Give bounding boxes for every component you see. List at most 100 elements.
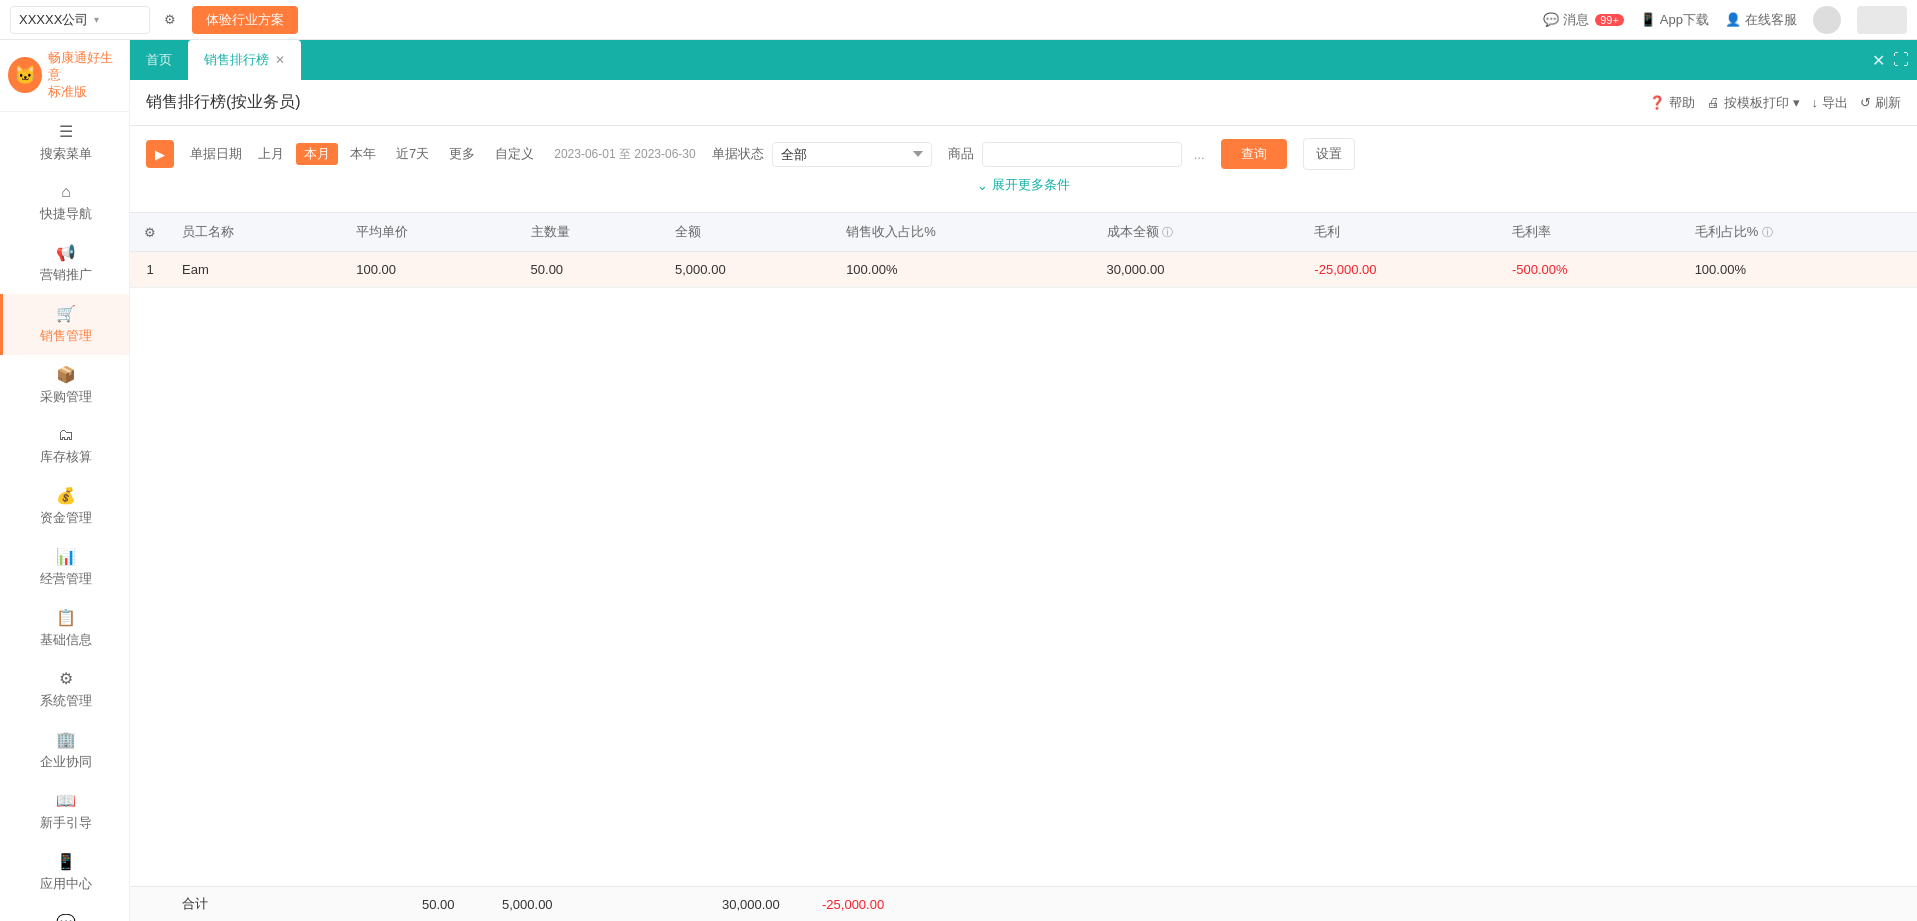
app-icon: 📱 [1640,12,1656,27]
sidebar-item-enterprise[interactable]: 🏢 企业协同 [0,720,129,781]
avatar[interactable] [1813,6,1841,34]
logo-line2: 标准版 [48,84,121,101]
total-cell: 5,000.00 [663,252,834,288]
status-label: 单据状态 [712,145,764,163]
status-select[interactable]: 全部 待审核 已审核 已作废 [772,142,932,167]
footer-label: 合计 [182,895,322,913]
tab-home[interactable]: 首页 [130,40,188,80]
col-employee: 员工名称 [170,213,344,252]
system-icon: ⚙ [59,669,73,688]
sidebar-item-app-center[interactable]: 📱 应用中心 [0,842,129,903]
sidebar-item-search-orders[interactable]: ☰ 搜索菜单 [0,112,129,173]
sidebar-item-label: 搜索菜单 [40,145,92,163]
sidebar-item-wechat[interactable]: 💬 企业微信 [0,903,129,921]
date-tab-custom[interactable]: 自定义 [487,143,542,165]
gross-pct-info-icon[interactable]: ⓘ [1762,226,1773,238]
setting-button[interactable]: 设置 [1303,138,1355,170]
date-label: 单据日期 [190,145,242,163]
cost-info-icon[interactable]: ⓘ [1162,226,1173,238]
sidebar-item-label: 库存核算 [40,448,92,466]
online-service-button[interactable]: 👤 在线客服 [1725,11,1797,29]
col-avg-price: 平均单价 [344,213,518,252]
date-tab-7days[interactable]: 近7天 [388,143,437,165]
sidebar-item-label: 采购管理 [40,388,92,406]
date-tab-current-year[interactable]: 本年 [342,143,384,165]
table-header: ⚙ 员工名称 平均单价 主数量 全额 销售收入占比% 成本全额 ⓘ 毛利 毛利率 [130,213,1917,252]
refresh-button[interactable]: ↺ 刷新 [1860,94,1901,112]
page-header: 销售排行榜(按业务员) ❓ 帮助 🖨 按模板打印 ▾ ↓ 导出 [130,80,1917,126]
sidebar-item-guide[interactable]: 📖 新手引导 [0,781,129,842]
table-footer: 合计 50.00 5,000.00 30,000.00 -25,000.00 [130,886,1917,921]
sidebar-item-inventory[interactable]: 🗂 库存核算 [0,416,129,476]
tab-sales-rank[interactable]: 销售排行榜 ✕ [188,40,301,80]
trial-button[interactable]: 体验行业方案 [192,6,298,34]
tab-expand-icon[interactable]: ⛶ [1893,51,1909,69]
chevron-down-icon: ▾ [94,14,99,25]
expand-button[interactable]: ⌄ 展开更多条件 [977,176,1070,194]
sidebar-item-sales[interactable]: 🛒 销售管理 [0,294,129,355]
date-tab-more[interactable]: 更多 [441,143,483,165]
footer-row: 合计 50.00 5,000.00 30,000.00 -25,000.00 [142,895,1905,913]
tab-window-close-icon[interactable]: ✕ [1872,51,1885,70]
export-label: 导出 [1822,94,1848,112]
logo-icon: 🐱 [8,57,42,93]
sidebar-item-purchase[interactable]: 📦 采购管理 [0,355,129,416]
print-button[interactable]: 🖨 按模板打印 ▾ [1707,94,1800,112]
col-gross-pct: 毛利占比% ⓘ [1683,213,1917,252]
sidebar-item-label: 营销推广 [40,266,92,284]
app-center-icon: 📱 [56,852,76,871]
message-icon: 💬 [1543,12,1559,27]
quantity-cell: 50.00 [519,252,663,288]
refresh-label: 刷新 [1875,94,1901,112]
goods-input[interactable] [982,142,1182,167]
sidebar-item-marketing[interactable]: 📢 营销推广 [0,233,129,294]
message-label: 消息 [1563,11,1589,29]
query-button[interactable]: 查询 [1221,139,1287,169]
app-download-label: App下载 [1660,11,1709,29]
export-icon: ↓ [1812,95,1819,110]
page-title: 销售排行榜(按业务员) [146,92,301,125]
message-button[interactable]: 💬 消息 99+ [1543,11,1624,29]
tab-sales-rank-label: 销售排行榜 [204,51,269,69]
footer-cost: 30,000.00 [722,897,822,912]
sidebar-item-quick-nav[interactable]: ⌂ 快捷导航 [0,173,129,233]
goods-filter: 商品 ... [948,142,1205,167]
company-selector[interactable]: XXXXX公司 ▾ [10,6,150,34]
sidebar-item-label: 企业协同 [40,753,92,771]
page-content: 销售排行榜(按业务员) ❓ 帮助 🖨 按模板打印 ▾ ↓ 导出 [130,80,1917,921]
col-settings-icon[interactable]: ⚙ [130,213,170,252]
filter-toggle-button[interactable]: ▶ [146,140,174,168]
goods-more-icon[interactable]: ... [1194,147,1205,162]
content-area: 首页 销售排行榜 ✕ ✕ ⛶ 销售排行榜(按业务员) ❓ 帮助 [130,40,1917,921]
company-name: XXXXX公司 [19,11,88,29]
service-icon: 👤 [1725,12,1741,27]
sidebar-item-basic-info[interactable]: 📋 基础信息 [0,598,129,659]
tab-home-label: 首页 [146,51,172,69]
date-tab-prev-month[interactable]: 上月 [250,143,292,165]
gross-rate-cell: -500.00% [1500,252,1683,288]
main-layout: 🐱 畅康通好生意 标准版 ☰ 搜索菜单 ⌂ 快捷导航 📢 营销推广 🛒 销售管理… [0,40,1917,921]
date-tab-current-month[interactable]: 本月 [296,143,338,165]
sidebar-item-label: 基础信息 [40,631,92,649]
tab-bar: 首页 销售排行榜 ✕ ✕ ⛶ [130,40,1917,80]
gross-profit-cell: -25,000.00 [1302,252,1500,288]
filter-area: ▶ 单据日期 上月 本月 本年 近7天 更多 自定义 2023-06-01 至 … [130,126,1917,213]
sidebar-item-label: 系统管理 [40,692,92,710]
logo-text: 畅康通好生意 标准版 [48,50,121,101]
settings-icon[interactable]: ⚙ [156,6,184,34]
sidebar-item-operations[interactable]: 📊 经营管理 [0,537,129,598]
marketing-icon: 📢 [56,243,76,262]
sidebar-item-system[interactable]: ⚙ 系统管理 [0,659,129,720]
help-button[interactable]: ❓ 帮助 [1649,94,1695,112]
app-download-button[interactable]: 📱 App下载 [1640,11,1709,29]
export-button[interactable]: ↓ 导出 [1812,94,1849,112]
basic-info-icon: 📋 [56,608,76,627]
table-wrap: ⚙ 员工名称 平均单价 主数量 全额 销售收入占比% 成本全额 ⓘ 毛利 毛利率 [130,213,1917,886]
sidebar-item-finance[interactable]: 💰 资金管理 [0,476,129,537]
page-actions: ❓ 帮助 🖨 按模板打印 ▾ ↓ 导出 ↺ 刷新 [1649,94,1902,124]
user-name [1857,6,1907,34]
expand-label: 展开更多条件 [992,176,1070,194]
data-table: ⚙ 员工名称 平均单价 主数量 全额 销售收入占比% 成本全额 ⓘ 毛利 毛利率 [130,213,1917,288]
tab-close-icon[interactable]: ✕ [275,53,285,67]
col-gross-rate: 毛利率 [1500,213,1683,252]
